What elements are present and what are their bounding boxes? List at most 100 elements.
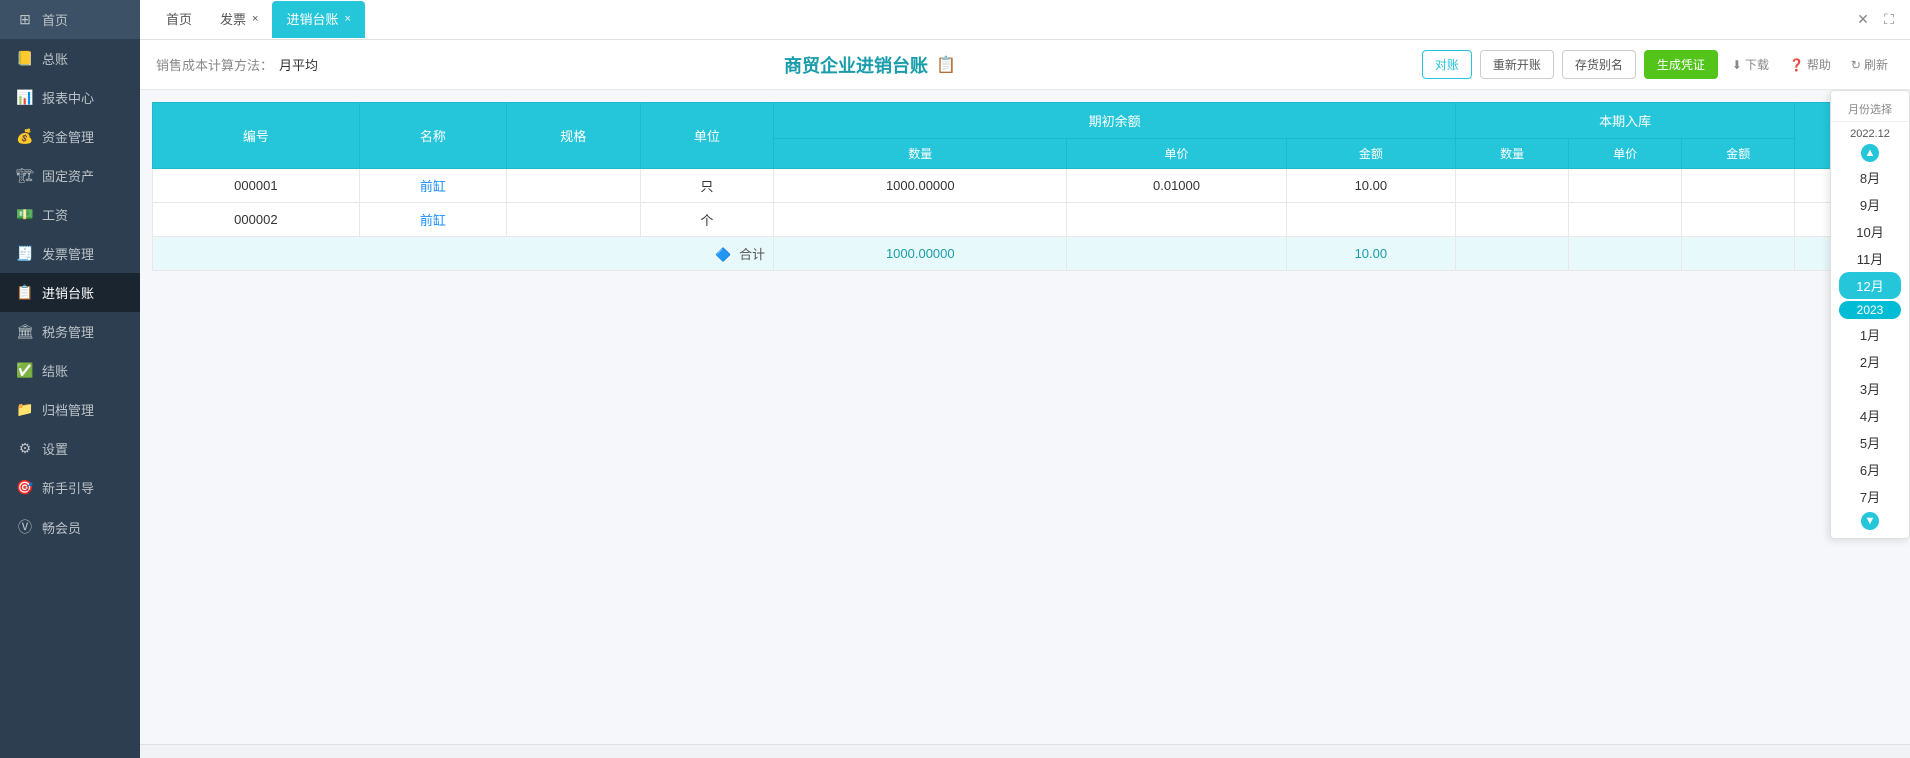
sidebar-item-guide[interactable]: 🎯 新手引导	[0, 468, 140, 507]
refresh-button[interactable]: ↻ 刷新	[1845, 52, 1894, 77]
reopen-button[interactable]: 重新开账	[1480, 50, 1554, 79]
month-nav-up-button[interactable]: ▲	[1861, 144, 1879, 162]
sidebar-item-label: 首页	[42, 10, 68, 29]
cell-unit-2: 个	[640, 203, 774, 237]
home-icon: ⊞	[16, 11, 34, 28]
cell-spec-1	[506, 169, 640, 203]
sidebar-item-label: 新手引导	[42, 478, 94, 497]
col-header-opening-qty: 数量	[774, 139, 1067, 169]
content-area: 销售成本计算方法： 月平均 商贸企业进销台账 📋 对账 重新开账 存货别名 生成…	[140, 40, 1910, 758]
sidebar-item-label: 报表中心	[42, 88, 94, 107]
cell-name-2: 前缸	[359, 203, 506, 237]
total-row: 🔷 合计 1000.00000 10.00	[153, 237, 1898, 271]
sidebar-item-home[interactable]: ⊞ 首页	[0, 0, 140, 39]
main-area: 首页 发票 × 进销台账 × ✕ ⛶ 销售成本计算方法： 月平均 商贸企业进销台…	[140, 0, 1910, 758]
name-link-1[interactable]: 前缸	[420, 179, 446, 194]
sidebar: ⊞ 首页 📒 总账 📊 报表中心 💰 资金管理 🏗 固定资产 💵 工资 🧾 发票…	[0, 0, 140, 758]
sidebar-item-label: 工资	[42, 205, 68, 224]
cell-in-amount-1	[1682, 169, 1795, 203]
sidebar-item-purchase-sales[interactable]: 📋 进销台账	[0, 273, 140, 312]
sidebar-item-label: 总账	[42, 49, 68, 68]
sidebar-item-label: 进销台账	[42, 283, 94, 302]
sidebar-item-fixed-assets[interactable]: 🏗 固定资产	[0, 156, 140, 195]
sidebar-item-invoice-management[interactable]: 🧾 发票管理	[0, 234, 140, 273]
month-item-3[interactable]: 3月	[1831, 375, 1909, 402]
window-expand-button[interactable]: ⛶	[1880, 11, 1898, 29]
cell-in-qty-1	[1456, 169, 1569, 203]
month-panel-title: 月份选择	[1831, 97, 1909, 122]
month-item-6[interactable]: 6月	[1831, 456, 1909, 483]
month-item-2[interactable]: 2月	[1831, 348, 1909, 375]
sidebar-item-reports[interactable]: 📊 报表中心	[0, 78, 140, 117]
title-doc-icon[interactable]: 📋	[936, 55, 956, 75]
month-nav-down-button[interactable]: ▼	[1861, 512, 1879, 530]
main-table: 编号 名称 规格 单位 期初余额 本期入库 数 数量 单价 金额 数量 单价	[152, 102, 1898, 271]
window-controls: ✕ ⛶	[1854, 11, 1898, 29]
assets-icon: 🏗	[16, 167, 34, 184]
cell-in-price-2	[1569, 203, 1682, 237]
tab-purchase-sales-close[interactable]: ×	[344, 13, 350, 25]
month-item-5[interactable]: 5月	[1831, 429, 1909, 456]
cell-spec-2	[506, 203, 640, 237]
cell-opening-price-2	[1067, 203, 1286, 237]
sidebar-item-label: 结账	[42, 361, 68, 380]
tab-purchase-sales-label: 进销台账	[286, 9, 338, 28]
sidebar-item-label: 畅会员	[42, 518, 81, 537]
sidebar-item-payroll[interactable]: 💵 工资	[0, 195, 140, 234]
invoice-icon: 🧾	[16, 245, 34, 262]
col-header-opening-amount: 金额	[1286, 139, 1456, 169]
cost-method-prefix: 销售成本计算方法：	[156, 55, 273, 74]
month-item-10[interactable]: 10月	[1831, 218, 1909, 245]
total-opening-amount: 10.00	[1286, 237, 1456, 271]
sidebar-item-settings[interactable]: ⚙ 设置	[0, 429, 140, 468]
total-in-qty	[1456, 237, 1569, 271]
col-header-opening-price: 单价	[1067, 139, 1286, 169]
sidebar-item-archive[interactable]: 📁 归档管理	[0, 390, 140, 429]
cell-unit-1: 只	[640, 169, 774, 203]
save-alias-button[interactable]: 存货别名	[1562, 50, 1636, 79]
bottom-scrollbar[interactable]	[140, 744, 1910, 758]
cell-opening-amount-2	[1286, 203, 1456, 237]
window-close-button[interactable]: ✕	[1854, 11, 1872, 29]
col-header-period-opening: 期初余额	[774, 103, 1456, 139]
tab-invoice-close[interactable]: ×	[252, 13, 258, 25]
sidebar-item-general-ledger[interactable]: 📒 总账	[0, 39, 140, 78]
tab-home[interactable]: 首页	[152, 1, 206, 38]
sidebar-item-close-account[interactable]: ✅ 结账	[0, 351, 140, 390]
month-item-1[interactable]: 1月	[1831, 321, 1909, 348]
total-label: 合计	[739, 247, 765, 262]
ledger-icon: 📒	[16, 50, 34, 67]
payroll-icon: 💵	[16, 206, 34, 223]
year-2023-label: 2023	[1839, 301, 1901, 319]
total-icon: 🔷	[715, 247, 731, 262]
tab-invoice[interactable]: 发票 ×	[206, 1, 272, 38]
month-item-7[interactable]: 7月	[1831, 483, 1909, 510]
month-item-11[interactable]: 11月	[1831, 245, 1909, 272]
sidebar-item-vip[interactable]: Ⓥ 畅会员	[0, 507, 140, 547]
cell-name-1: 前缸	[359, 169, 506, 203]
col-header-id: 编号	[153, 103, 360, 169]
table-row: 000001 前缸 只 1000.00000 0.01000 10.00	[153, 169, 1898, 203]
month-item-8[interactable]: 8月	[1831, 164, 1909, 191]
name-link-2[interactable]: 前缸	[420, 213, 446, 228]
generate-voucher-button[interactable]: 生成凭证	[1644, 50, 1718, 79]
download-button[interactable]: ⬇ 下载	[1726, 52, 1775, 77]
total-in-price	[1569, 237, 1682, 271]
col-header-current-in: 本期入库	[1456, 103, 1795, 139]
sidebar-item-fund-management[interactable]: 💰 资金管理	[0, 117, 140, 156]
col-header-spec: 规格	[506, 103, 640, 169]
tax-icon: 🏛	[16, 323, 34, 340]
month-item-9[interactable]: 9月	[1831, 191, 1909, 218]
help-button[interactable]: ❓ 帮助	[1783, 52, 1837, 77]
sidebar-item-tax-management[interactable]: 🏛 税务管理	[0, 312, 140, 351]
tab-purchase-sales[interactable]: 进销台账 ×	[272, 1, 364, 38]
cell-id-2: 000002	[153, 203, 360, 237]
month-item-12[interactable]: 12月	[1839, 272, 1901, 299]
cell-opening-price-1: 0.01000	[1067, 169, 1286, 203]
month-item-4[interactable]: 4月	[1831, 402, 1909, 429]
reconcile-button[interactable]: 对账	[1422, 50, 1472, 79]
sidebar-item-label: 归档管理	[42, 400, 94, 419]
table-container[interactable]: 编号 名称 规格 单位 期初余额 本期入库 数 数量 单价 金额 数量 单价	[140, 90, 1910, 744]
col-header-name: 名称	[359, 103, 506, 169]
col-header-in-price: 单价	[1569, 139, 1682, 169]
